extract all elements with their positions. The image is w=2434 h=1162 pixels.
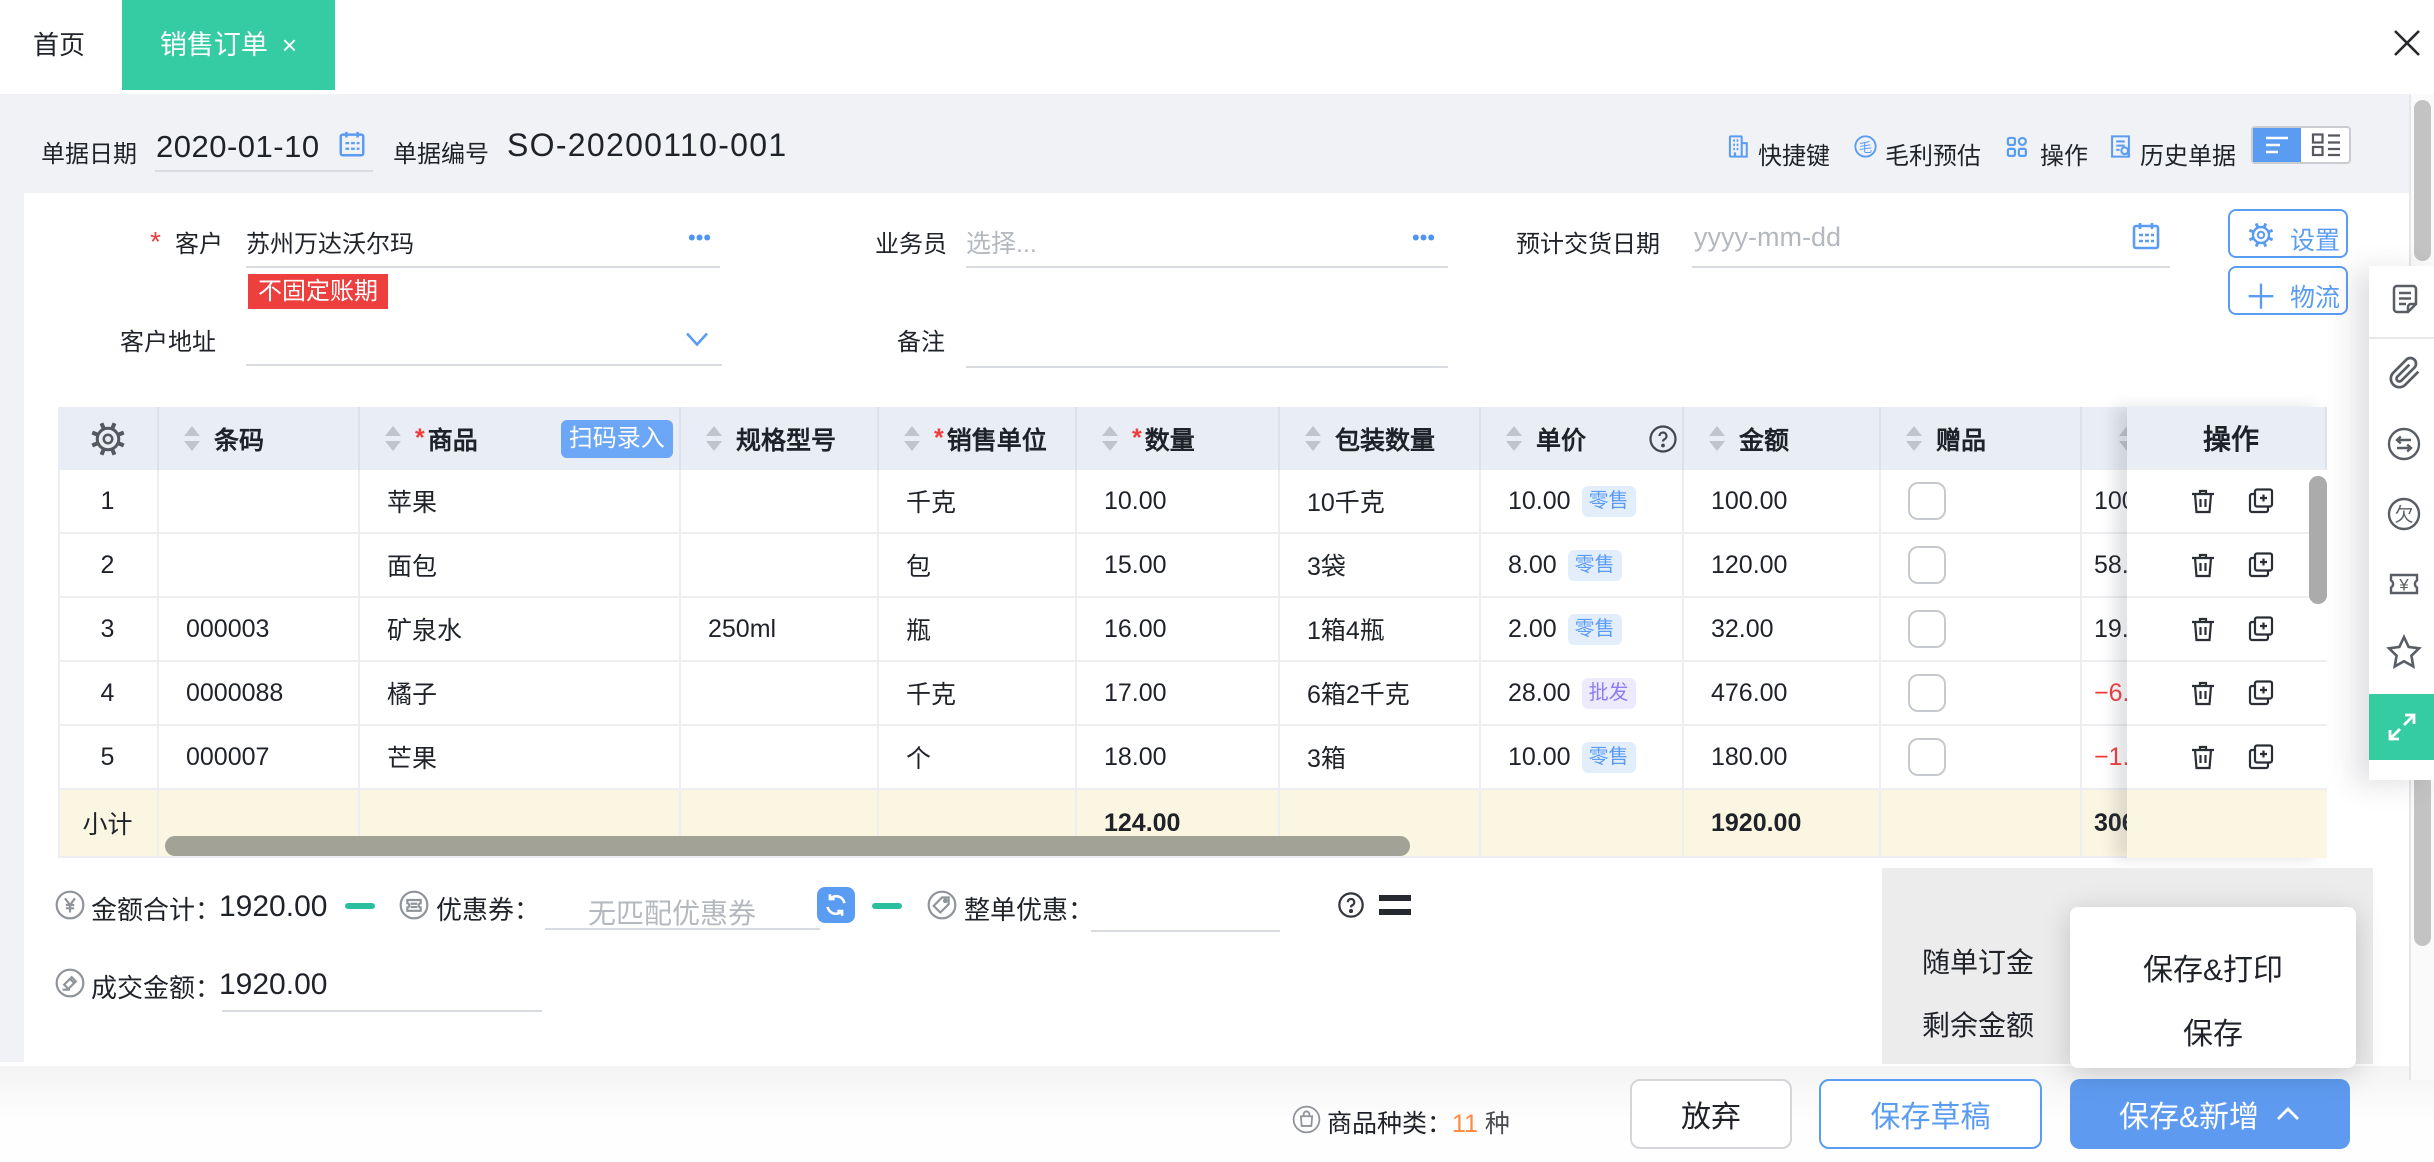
svg-text:毛: 毛: [1859, 140, 1872, 155]
svg-text:¥: ¥: [2398, 576, 2409, 595]
svg-text:欠: 欠: [2394, 504, 2413, 526]
